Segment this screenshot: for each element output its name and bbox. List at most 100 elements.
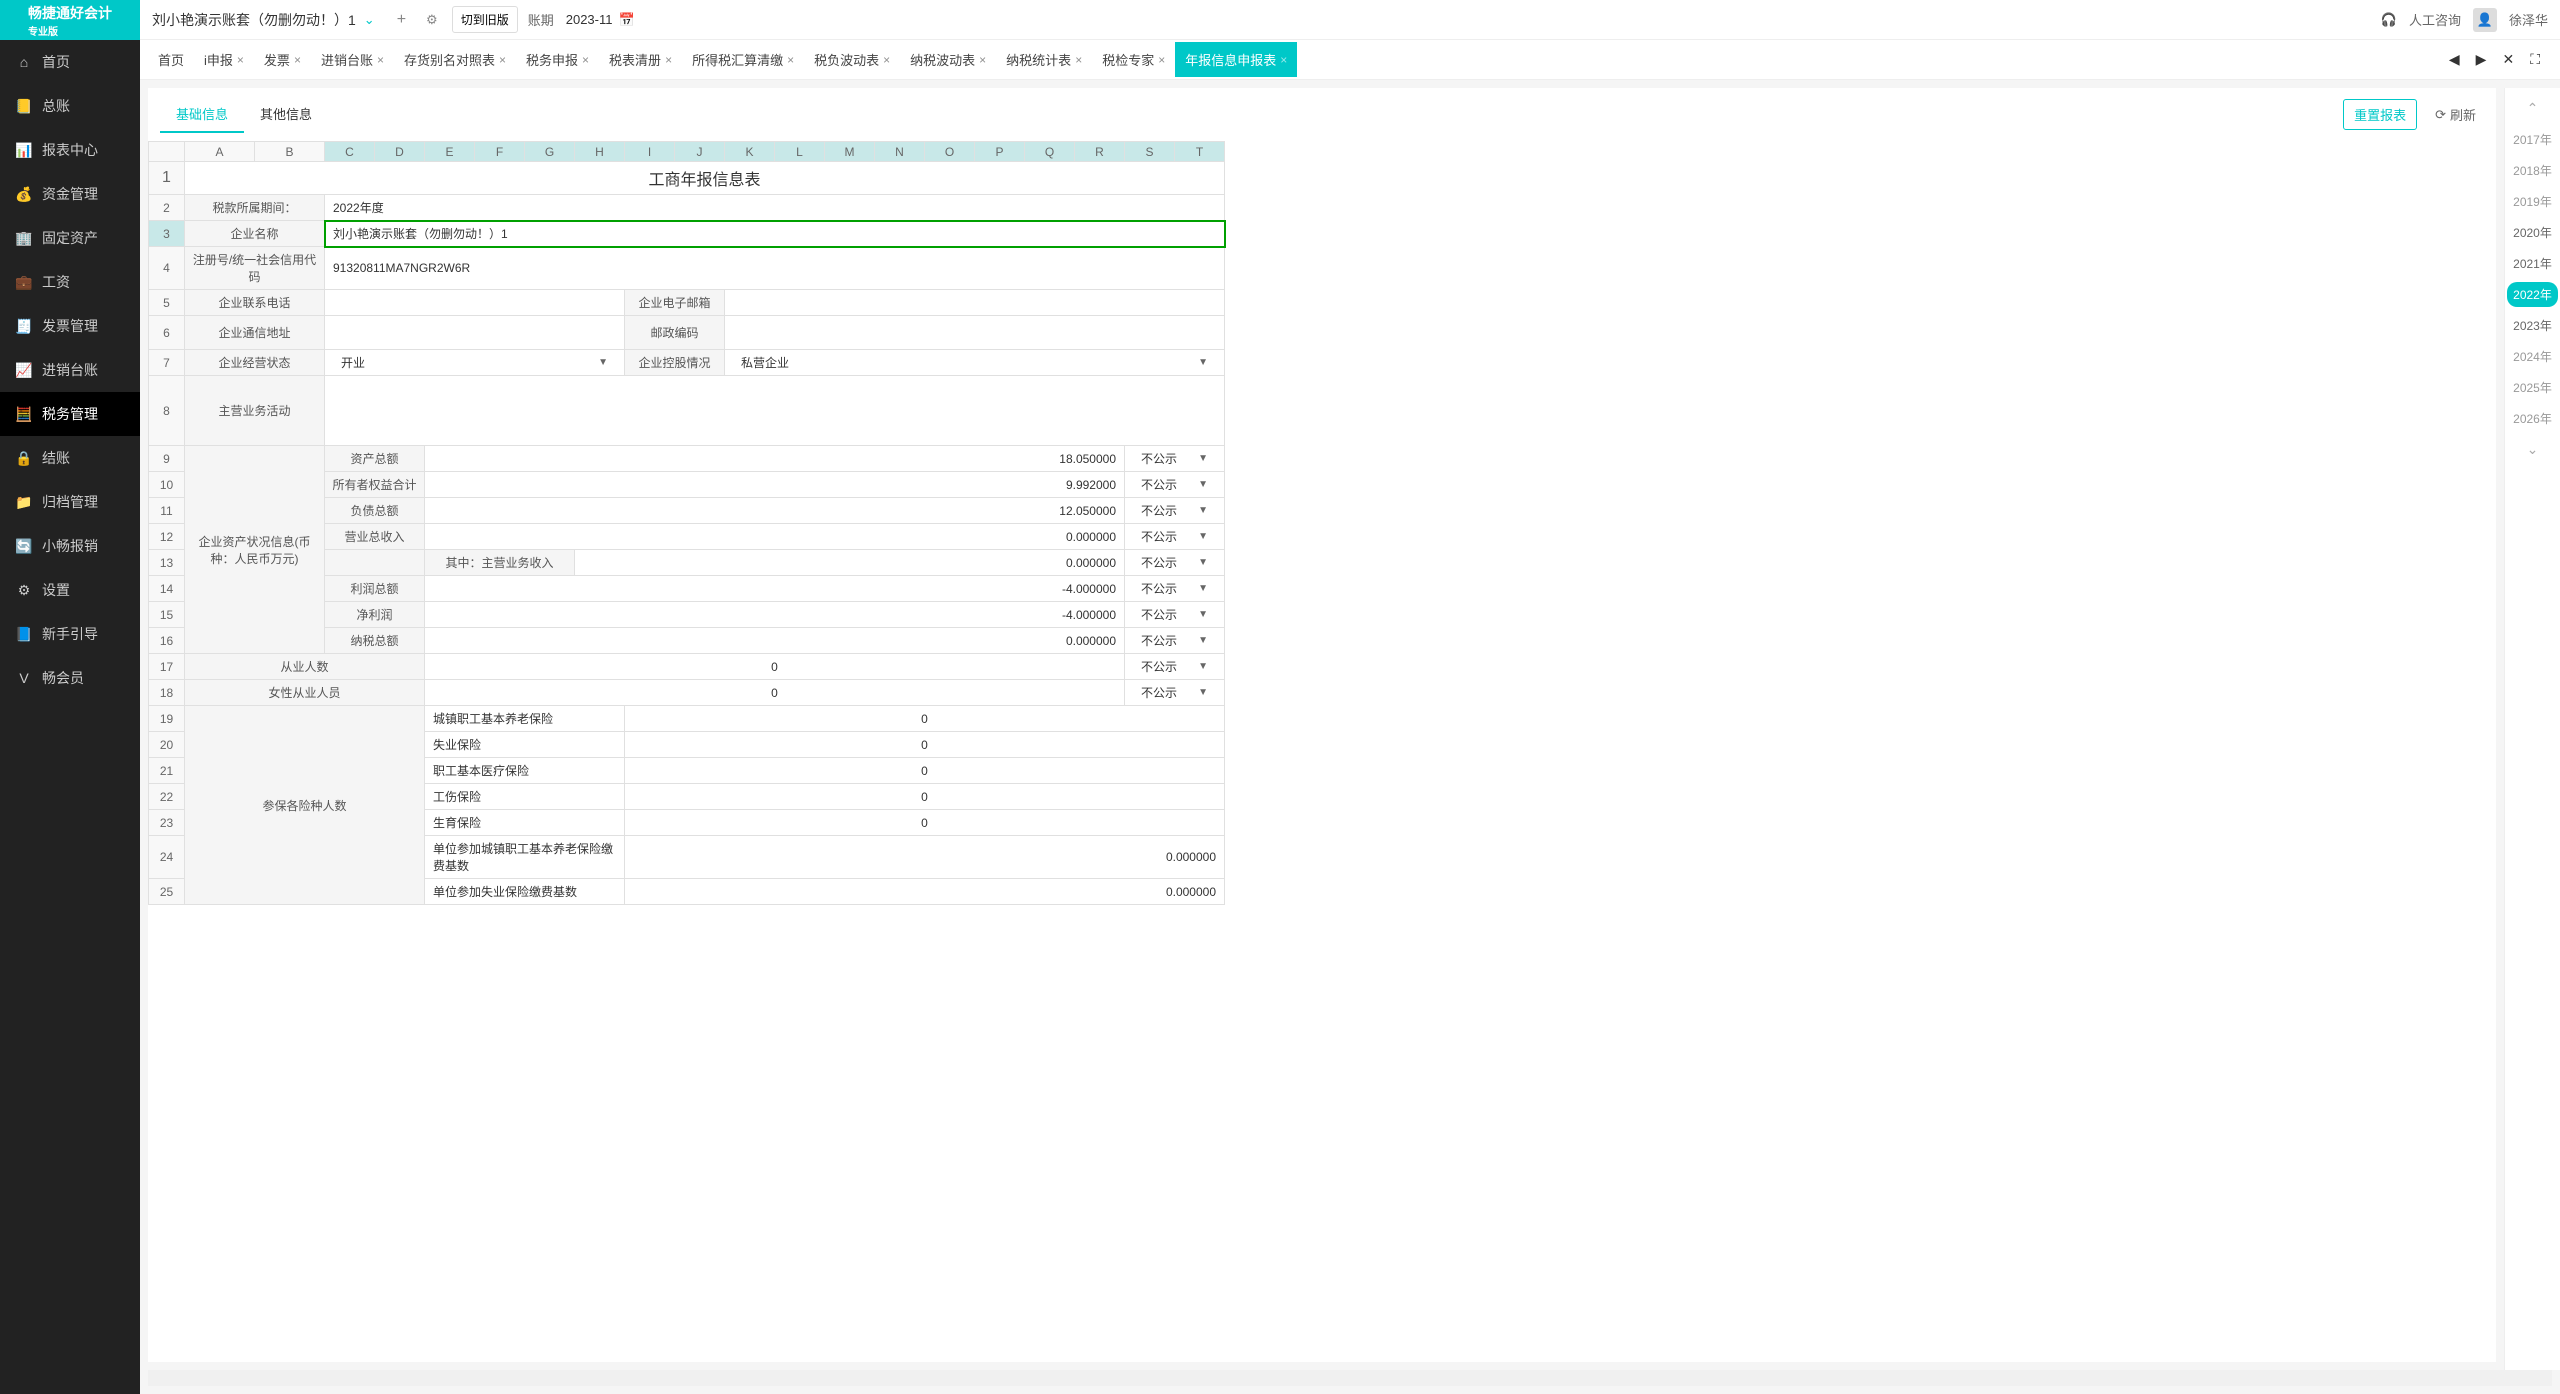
tab-next-icon[interactable]: ▶ (2472, 47, 2491, 72)
year-2020年[interactable]: 2020年 (2507, 220, 2558, 245)
tab-close-icon[interactable]: × (665, 53, 672, 67)
row-head-15[interactable]: 15 (149, 602, 185, 628)
row-head-24[interactable]: 24 (149, 836, 185, 879)
avatar[interactable]: 👤 (2473, 8, 2497, 32)
data-cell[interactable]: 0.000000 (425, 628, 1125, 654)
add-icon[interactable]: + (397, 11, 406, 29)
row-head-17[interactable]: 17 (149, 654, 185, 680)
dropdown-cell[interactable]: 不公示▼ (1125, 472, 1225, 498)
data-cell[interactable]: 91320811MA7NGR2W6R (325, 247, 1225, 290)
row-head-16[interactable]: 16 (149, 628, 185, 654)
dropdown-cell[interactable]: 不公示▼ (1125, 628, 1225, 654)
row-head-2[interactable]: 2 (149, 195, 185, 221)
tab-11[interactable]: 税检专家× (1092, 42, 1175, 77)
user-name[interactable]: 徐泽华 (2509, 10, 2548, 29)
data-cell[interactable]: 0.000000 (625, 836, 1225, 879)
data-cell[interactable]: 18.050000 (425, 446, 1125, 472)
col-head-R[interactable]: R (1075, 142, 1125, 162)
tab-close-icon[interactable]: × (237, 53, 244, 67)
col-head-T[interactable]: T (1175, 142, 1225, 162)
data-cell[interactable]: 0 (625, 758, 1225, 784)
data-cell[interactable]: 失业保险 (425, 732, 625, 758)
tab-close-icon[interactable]: × (1158, 53, 1165, 67)
tab-3[interactable]: 进销台账× (311, 42, 394, 77)
data-cell[interactable]: 9.992000 (425, 472, 1125, 498)
col-head-C[interactable]: C (325, 142, 375, 162)
col-head-G[interactable]: G (525, 142, 575, 162)
row-head-10[interactable]: 10 (149, 472, 185, 498)
data-cell[interactable]: 0.000000 (575, 550, 1125, 576)
col-head-K[interactable]: K (725, 142, 775, 162)
tab-close-icon[interactable]: × (1075, 53, 1082, 67)
tab-4[interactable]: 存货别名对照表× (394, 42, 516, 77)
tab-close-icon[interactable]: × (582, 53, 589, 67)
col-head-N[interactable]: N (875, 142, 925, 162)
col-head-E[interactable]: E (425, 142, 475, 162)
account-selector[interactable]: 刘小艳演示账套（勿删勿动！）1 (152, 10, 356, 30)
row-head-7[interactable]: 7 (149, 350, 185, 376)
data-cell[interactable]: 12.050000 (425, 498, 1125, 524)
row-head-22[interactable]: 22 (149, 784, 185, 810)
tab-6[interactable]: 税表清册× (599, 42, 682, 77)
dropdown-cell[interactable]: 私营企业▼ (725, 350, 1225, 376)
sidebar-item-5[interactable]: 💼工资 (0, 260, 140, 304)
tab-close-all-icon[interactable]: ✕ (2498, 47, 2518, 72)
year-down-icon[interactable]: ⌄ (2523, 437, 2543, 462)
data-cell[interactable]: 0 (425, 654, 1125, 680)
data-cell[interactable]: 0 (625, 784, 1225, 810)
spreadsheet[interactable]: ABCDEFGHIJKLMNOPQRST1工商年报信息表2税款所属期间：2022… (148, 141, 2496, 1362)
row-head-20[interactable]: 20 (149, 732, 185, 758)
data-cell[interactable]: 0.000000 (625, 879, 1225, 905)
data-cell[interactable]: -4.000000 (425, 576, 1125, 602)
data-cell[interactable] (325, 290, 625, 316)
row-head-6[interactable]: 6 (149, 316, 185, 350)
sidebar-item-1[interactable]: 📒总账 (0, 84, 140, 128)
subtab-1[interactable]: 其他信息 (244, 96, 328, 133)
row-head-21[interactable]: 21 (149, 758, 185, 784)
gear-icon[interactable]: ⚙ (426, 12, 438, 28)
data-cell[interactable] (725, 290, 1225, 316)
data-cell[interactable]: 职工基本医疗保险 (425, 758, 625, 784)
switch-old-version-button[interactable]: 切到旧版 (452, 6, 518, 33)
col-head-F[interactable]: F (475, 142, 525, 162)
tab-7[interactable]: 所得税汇算清缴× (682, 42, 804, 77)
reset-report-button[interactable]: 重置报表 (2343, 99, 2417, 130)
tab-1[interactable]: i申报× (194, 42, 254, 77)
data-cell[interactable] (325, 376, 1225, 446)
row-head-3[interactable]: 3 (149, 221, 185, 247)
data-cell[interactable]: 刘小艳演示账套（勿删勿动！）1 (325, 221, 1225, 247)
row-head-9[interactable]: 9 (149, 446, 185, 472)
chevron-down-icon[interactable]: ⌄ (364, 12, 375, 28)
col-head-S[interactable]: S (1125, 142, 1175, 162)
dropdown-cell[interactable]: 不公示▼ (1125, 576, 1225, 602)
row-head-23[interactable]: 23 (149, 810, 185, 836)
tab-close-icon[interactable]: × (979, 53, 986, 67)
dropdown-cell[interactable]: 不公示▼ (1125, 680, 1225, 706)
dropdown-cell[interactable]: 不公示▼ (1125, 654, 1225, 680)
row-head-13[interactable]: 13 (149, 550, 185, 576)
sidebar-item-10[interactable]: 📁归档管理 (0, 480, 140, 524)
col-head-I[interactable]: I (625, 142, 675, 162)
tab-close-icon[interactable]: × (499, 53, 506, 67)
tab-prev-icon[interactable]: ◀ (2445, 47, 2464, 72)
col-head-M[interactable]: M (825, 142, 875, 162)
sidebar-item-6[interactable]: 🧾发票管理 (0, 304, 140, 348)
col-head-P[interactable]: P (975, 142, 1025, 162)
year-2021年[interactable]: 2021年 (2507, 251, 2558, 276)
sidebar-item-8[interactable]: 🧮税务管理 (0, 392, 140, 436)
col-head-Q[interactable]: Q (1025, 142, 1075, 162)
sidebar-item-4[interactable]: 🏢固定资产 (0, 216, 140, 260)
row-head-12[interactable]: 12 (149, 524, 185, 550)
sidebar-item-14[interactable]: V畅会员 (0, 656, 140, 700)
row-head-1[interactable]: 1 (149, 162, 185, 195)
sidebar-item-3[interactable]: 💰资金管理 (0, 172, 140, 216)
tab-9[interactable]: 纳税波动表× (900, 42, 996, 77)
data-cell[interactable] (725, 316, 1225, 350)
data-cell[interactable]: 0 (425, 680, 1125, 706)
dropdown-cell[interactable]: 不公示▼ (1125, 524, 1225, 550)
horizontal-scrollbar[interactable] (148, 1370, 2552, 1386)
data-cell[interactable]: 城镇职工基本养老保险 (425, 706, 625, 732)
dropdown-cell[interactable]: 开业▼ (325, 350, 625, 376)
tab-0[interactable]: 首页 (148, 42, 194, 77)
tab-close-icon[interactable]: × (294, 53, 301, 67)
